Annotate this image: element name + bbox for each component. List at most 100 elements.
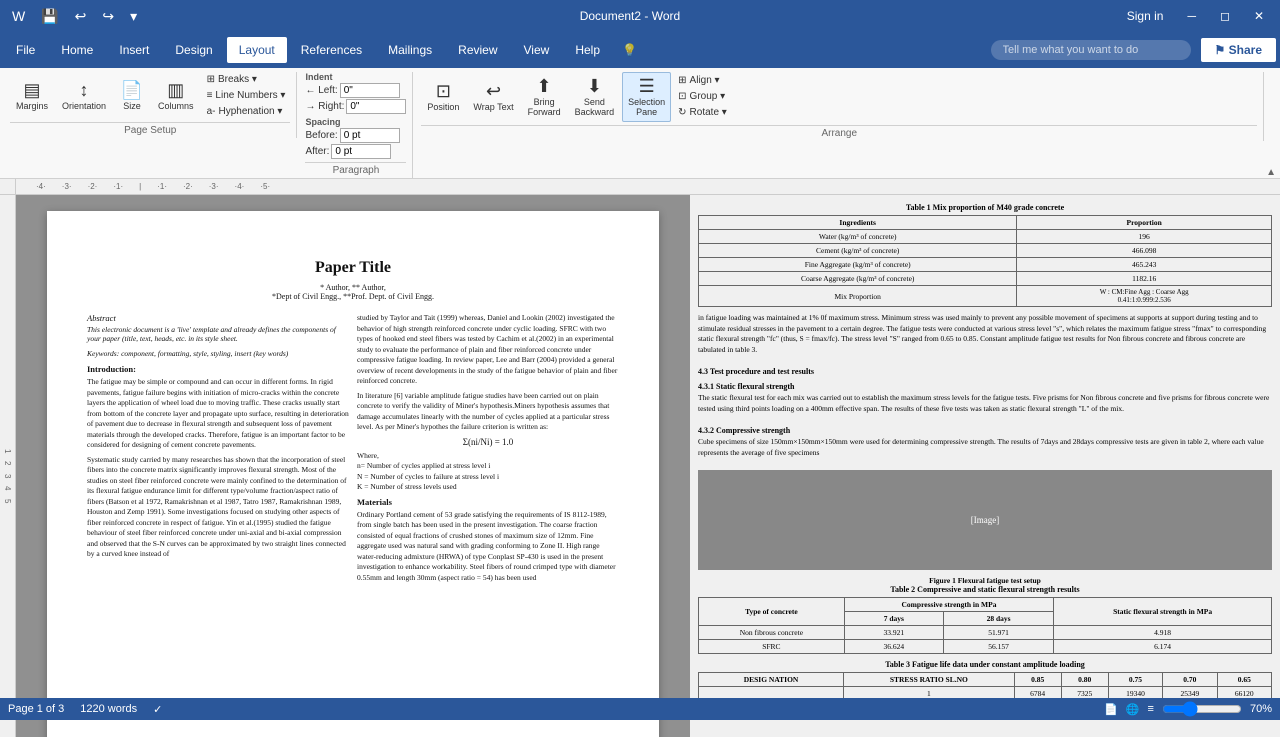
zoom-slider[interactable] [1162,701,1242,717]
left-indent-group: ← Left: [305,83,399,98]
after-spacing-group: After: [305,144,391,159]
left-indent-input[interactable] [340,83,400,98]
right-indent-group: → Right: [305,99,406,114]
menu-design[interactable]: Design [163,37,224,63]
group-label: Group ▾ [690,91,726,102]
ribbon-group-arrange: ⊡ Position ↩ Wrap Text ⬆ BringForward ⬇ … [415,72,1264,141]
menu-review[interactable]: Review [446,37,509,63]
selection-pane-button[interactable]: ☰ SelectionPane [622,72,671,122]
restore-button[interactable]: ◻ [1212,7,1238,25]
align-label: Align ▾ [690,75,720,86]
bring-forward-button[interactable]: ⬆ BringForward [522,72,567,122]
menu-help[interactable]: Help [563,37,612,63]
wraptext-button[interactable]: ↩ Wrap Text [467,77,519,117]
selection-pane-icon: ☰ [639,76,655,97]
minimize-button[interactable]: ─ [1179,7,1204,25]
table1-col-ingredients: Ingredients [699,216,1017,230]
linenumbers-button[interactable]: ≡ Line Numbers ▾ [202,88,291,103]
zoom-level: 70% [1250,703,1272,715]
signin-button[interactable]: Sign in [1119,7,1172,25]
wraptext-label: Wrap Text [473,103,513,113]
column-left: Abstract This electronic document is a '… [87,313,349,587]
right-panel: Table 1 Mix proportion of M40 grade conc… [690,195,1280,737]
main-columns: Abstract This electronic document is a '… [87,313,619,587]
document-area: 12345 Paper Title * Author, ** Author, *… [0,195,1280,737]
send-backward-button[interactable]: ⬇ SendBackward [569,72,621,122]
keywords: Keywords: component, formatting, style, … [87,349,349,358]
proofing-icon[interactable]: ✓ [153,703,162,716]
arrange-group-label: Arrange [421,125,1257,139]
orientation-label: Orientation [62,102,106,112]
rotate-icon: ↻ [678,107,686,118]
table2-title: Table 2 Compressive and static flexural … [698,585,1272,594]
orientation-icon: ↕ [80,80,89,101]
horizontal-ruler: ·4· ·3· ·2· ·1· | ·1· ·2· ·3· ·4· ·5· [16,179,1280,194]
linenumbers-label: Line Numbers ▾ [215,90,285,101]
columns-icon: ▥ [167,80,184,101]
redo-icon[interactable]: ↪ [98,6,118,27]
ribbon-collapse-button[interactable]: ▲ [1266,167,1276,178]
hyphenation-button[interactable]: a- Hyphenation ▾ [202,104,291,119]
customize-icon[interactable]: ▾ [126,6,141,27]
breaks-group: ⊞ Breaks ▾ ≡ Line Numbers ▾ a- Hyphenati… [202,72,291,119]
ribbon: ▤ Margins ↕ Orientation 📄 Size ▥ Columns [0,68,1280,179]
word-count: 1220 words [80,703,137,715]
status-bar: Page 1 of 3 1220 words ✓ 📄 🌐 ≡ 70% [0,698,1280,720]
figure1: [Image] [698,470,1272,570]
breaks-label: Breaks ▾ [218,74,257,85]
spacing-label: Spacing [305,117,340,127]
paragraph-group-label: Paragraph [305,162,406,176]
position-icon: ⊡ [436,81,451,102]
margins-button[interactable]: ▤ Margins [10,76,54,116]
ribbon-group-pagesetup: ▤ Margins ↕ Orientation 📄 Size ▥ Columns [4,72,297,138]
table-row: Non fibrous concrete 33.921 51.971 4.918 [699,626,1272,640]
group-icon: ⊡ [678,91,686,102]
orientation-button[interactable]: ↕ Orientation [56,76,112,116]
view-web-icon[interactable]: 🌐 [1126,703,1140,716]
close-button[interactable]: ✕ [1246,7,1272,25]
menu-home[interactable]: Home [49,37,105,63]
group-button[interactable]: ⊡ Group ▾ [673,89,732,104]
ruler-area: ·4· ·3· ·2· ·1· | ·1· ·2· ·3· ·4· ·5· [0,179,1280,195]
table1: Ingredients Proportion Water (kg/m³ of c… [698,215,1272,307]
share-button[interactable]: ⚑ Share [1201,38,1276,62]
menu-view[interactable]: View [512,37,562,63]
margins-icon: ▤ [24,80,41,101]
view-outline-icon[interactable]: ≡ [1148,703,1154,715]
menu-references[interactable]: References [289,37,374,63]
abstract-text: This electronic document is a 'live' tem… [87,325,349,343]
size-button[interactable]: 📄 Size [114,76,150,116]
breaks-icon: ⊞ [207,74,215,85]
linenumbers-icon: ≡ [207,90,213,101]
table-row: Mix Proportion W : CM:Fine Agg : Coarse … [699,286,1272,307]
menu-mailings[interactable]: Mailings [376,37,444,63]
rotate-button[interactable]: ↻ Rotate ▾ [673,105,732,120]
abstract-title: Abstract [87,313,349,323]
paper-authors: * Author, ** Author, *Dept of Civil Engg… [87,283,619,301]
right-indent-input[interactable] [346,99,406,114]
menu-file[interactable]: File [4,37,47,63]
view-print-icon[interactable]: 📄 [1104,703,1118,716]
after-input[interactable] [331,144,391,159]
size-icon: 📄 [121,80,143,101]
materials-text: Ordinary Portland cement of 53 grade sat… [357,510,619,584]
breaks-button[interactable]: ⊞ Breaks ▾ [202,72,291,87]
menu-insert[interactable]: Insert [107,37,161,63]
ruler-corner [0,179,16,194]
document-page: Paper Title * Author, ** Author, *Dept o… [47,211,659,737]
rotate-label: Rotate ▾ [690,107,727,118]
table-row: Water (kg/m³ of concrete) 196 [699,230,1272,244]
page-wrapper[interactable]: Paper Title * Author, ** Author, *Dept o… [16,195,690,737]
columns-button[interactable]: ▥ Columns [152,76,200,116]
align-button[interactable]: ⊞ Align ▾ [673,73,732,88]
before-input[interactable] [340,128,400,143]
save-icon[interactable]: 💾 [37,6,62,27]
menu-layout[interactable]: Layout [227,37,287,63]
undo-icon[interactable]: ↩ [71,6,91,27]
margins-label: Margins [16,102,48,112]
window-title: Document2 - Word [141,9,1119,23]
table1-title: Table 1 Mix proportion of M40 grade conc… [698,203,1272,212]
selection-pane-label: SelectionPane [628,98,665,118]
position-button[interactable]: ⊡ Position [421,77,465,117]
search-input[interactable] [991,40,1191,60]
